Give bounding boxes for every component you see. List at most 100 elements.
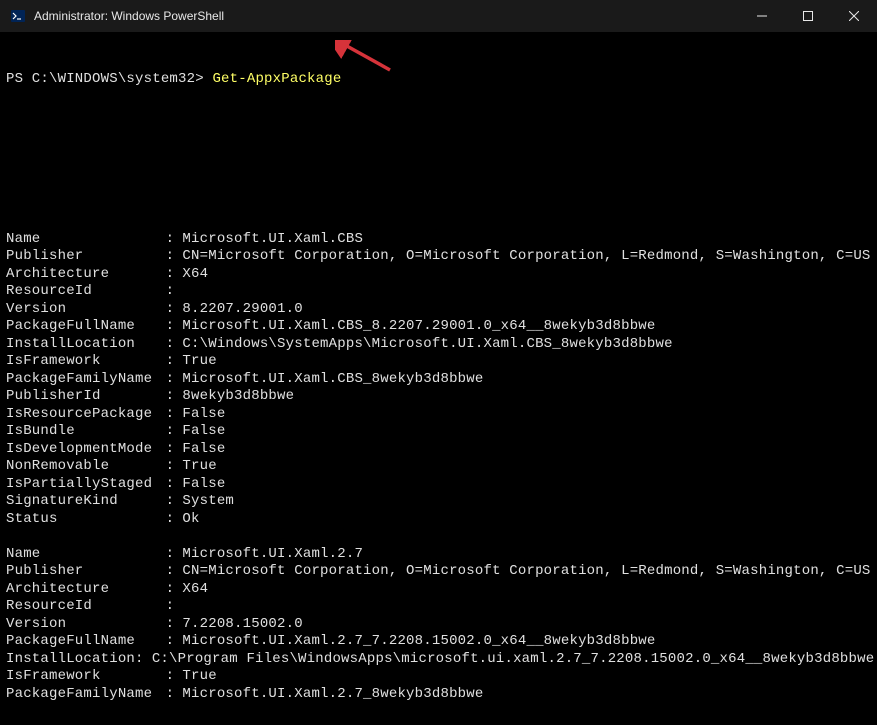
field-value: X64 [182,581,871,599]
field-row: Architecture: X64 [6,581,871,599]
field-value: True [182,458,871,476]
titlebar[interactable]: Administrator: Windows PowerShell [0,0,877,32]
field-label: PackageFamilyName [6,686,166,704]
field-separator: : [166,686,183,704]
field-value: C:\Program Files\WindowsApps\microsoft.u… [152,651,875,669]
field-value: True [182,353,871,371]
field-value: False [182,476,871,494]
field-row: Architecture: X64 [6,266,871,284]
field-row: NonRemovable: True [6,458,871,476]
close-button[interactable] [831,0,877,32]
field-value: Microsoft.UI.Xaml.CBS [182,231,871,249]
field-separator: : [166,598,183,616]
field-separator: : [166,581,183,599]
field-row: SignatureKind: System [6,493,871,511]
field-row: IsBundle: False [6,423,871,441]
field-row: IsPartiallyStaged: False [6,476,871,494]
powershell-icon [10,8,26,24]
field-label: IsDevelopmentMode [6,441,166,459]
field-label: InstallLocation [6,336,166,354]
blank-line [6,178,871,196]
prompt-line: PS C:\WINDOWS\system32> Get-AppxPackage [6,71,871,89]
field-row: PackageFamilyName: Microsoft.UI.Xaml.2.7… [6,686,871,704]
field-value: False [182,423,871,441]
field-value: X64 [182,266,871,284]
prompt-path: PS C:\WINDOWS\system32> [6,71,212,87]
field-separator: : [166,283,183,301]
field-label: PackageFullName [6,318,166,336]
field-value: 7.2208.15002.0 [182,616,871,634]
field-separator: : [166,616,183,634]
field-separator: : [166,231,183,249]
field-value: Microsoft.UI.Xaml.2.7 [182,546,871,564]
field-value: False [182,406,871,424]
field-label: PackageFamilyName [6,371,166,389]
blank-line [6,528,871,546]
field-value: 8.2207.29001.0 [182,301,871,319]
field-label: IsPartiallyStaged [6,476,166,494]
field-label: NonRemovable [6,458,166,476]
field-separator: : [166,406,183,424]
field-value: Ok [182,511,871,529]
field-row: Status: Ok [6,511,871,529]
field-row: PackageFullName: Microsoft.UI.Xaml.2.7_7… [6,633,871,651]
field-value: False [182,441,871,459]
field-row: IsDevelopmentMode: False [6,441,871,459]
field-value: CN=Microsoft Corporation, O=Microsoft Co… [182,563,871,581]
field-label: PackageFullName [6,633,166,651]
blank-line [6,126,871,144]
field-value: System [182,493,871,511]
field-separator: : [166,458,183,476]
field-separator: : [166,511,183,529]
field-value: True [182,668,871,686]
field-row: Publisher: CN=Microsoft Corporation, O=M… [6,563,871,581]
field-separator: : [166,493,183,511]
field-separator: : [166,388,183,406]
field-row: PackageFamilyName: Microsoft.UI.Xaml.CBS… [6,371,871,389]
field-separator: : [166,301,183,319]
field-row: Version: 7.2208.15002.0 [6,616,871,634]
window-controls [739,0,877,32]
field-label: Architecture [6,266,166,284]
field-label: Version [6,301,166,319]
field-separator: : [166,423,183,441]
field-value [182,598,871,616]
field-value: Microsoft.UI.Xaml.CBS_8.2207.29001.0_x64… [182,318,871,336]
minimize-button[interactable] [739,0,785,32]
field-label: ResourceId [6,283,166,301]
field-label: InstallLocation [6,651,135,669]
terminal-output[interactable]: PS C:\WINDOWS\system32> Get-AppxPackage … [0,32,877,725]
field-row: IsFramework: True [6,668,871,686]
field-label: Name [6,231,166,249]
maximize-button[interactable] [785,0,831,32]
field-separator: : [166,441,183,459]
field-label: PublisherId [6,388,166,406]
field-label: Architecture [6,581,166,599]
field-row: Version: 8.2207.29001.0 [6,301,871,319]
field-label: Version [6,616,166,634]
field-separator: : [166,318,183,336]
field-separator: : [166,336,183,354]
field-separator: : [166,353,183,371]
field-separator: : [166,476,183,494]
field-row: IsFramework: True [6,353,871,371]
field-label: IsBundle [6,423,166,441]
field-row: PublisherId: 8wekyb3d8bbwe [6,388,871,406]
prompt-command: Get-AppxPackage [212,71,341,87]
window-title: Administrator: Windows PowerShell [34,9,739,23]
field-value [182,283,871,301]
field-row: IsResourcePackage: False [6,406,871,424]
field-label: IsResourcePackage [6,406,166,424]
field-row: Name: Microsoft.UI.Xaml.CBS [6,231,871,249]
field-value: CN=Microsoft Corporation, O=Microsoft Co… [182,248,871,266]
field-label: Status [6,511,166,529]
field-row: Name: Microsoft.UI.Xaml.2.7 [6,546,871,564]
field-label: Name [6,546,166,564]
output-body: Name: Microsoft.UI.Xaml.CBS Publisher: CN… [6,231,871,704]
field-row: PackageFullName: Microsoft.UI.Xaml.CBS_8… [6,318,871,336]
field-row: InstallLocation: C:\Program Files\Window… [6,651,871,669]
field-value: Microsoft.UI.Xaml.2.7_8wekyb3d8bbwe [182,686,871,704]
field-separator: : [166,668,183,686]
field-label: ResourceId [6,598,166,616]
field-separator: : [166,563,183,581]
